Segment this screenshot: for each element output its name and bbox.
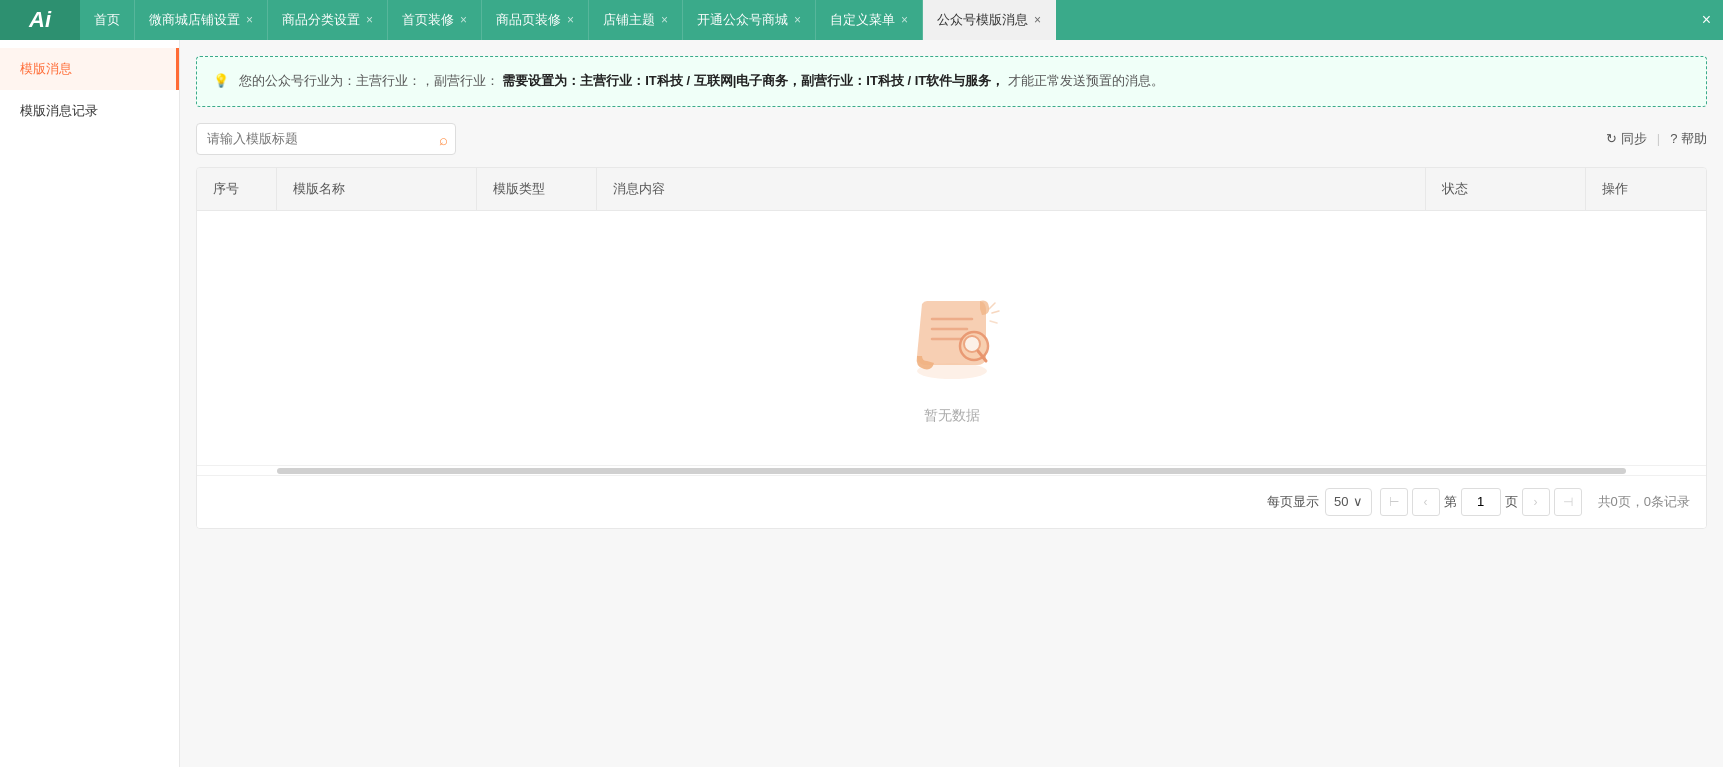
search-icon[interactable]: ⌕ (439, 130, 448, 147)
nav-tab-close-6[interactable]: × (794, 13, 801, 27)
table-col-2: 模版类型 (477, 168, 597, 210)
sync-button[interactable]: ↻ 同步 (1606, 130, 1647, 148)
nav-tab-8[interactable]: 公众号模版消息 × (923, 0, 1056, 40)
nav-tab-6[interactable]: 开通公众号商城 × (683, 0, 816, 40)
svg-line-7 (989, 303, 995, 309)
table-col-0: 序号 (197, 168, 277, 210)
notice-text-before: 您的公众号行业为：主营行业：，副营行业： (239, 73, 499, 88)
dropdown-arrow-icon: ∨ (1353, 494, 1363, 509)
table-container: 序号模版名称模版类型消息内容状态操作 (196, 167, 1707, 529)
svg-line-8 (992, 311, 999, 313)
nav-tab-close-3[interactable]: × (460, 13, 467, 27)
sidebar: 模版消息模版消息记录 (0, 40, 180, 767)
content-area: 💡 您的公众号行业为：主营行业：，副营行业： 需要设置为：主营行业：IT科技 /… (180, 40, 1723, 767)
nav-tab-3[interactable]: 首页装修 × (388, 0, 482, 40)
page-next-button[interactable]: › (1522, 488, 1550, 516)
search-bar: ⌕ ↻ 同步 | ? 帮助 (196, 123, 1707, 155)
page-size-value: 50 (1334, 494, 1348, 509)
nav-tabs: 首页微商城店铺设置×商品分类设置×首页装修×商品页装修×店铺主题×开通公众号商城… (80, 0, 1702, 40)
scrollbar-track (277, 468, 1626, 474)
nav-tab-1[interactable]: 微商城店铺设置 × (135, 0, 268, 40)
help-icon: ? (1670, 131, 1677, 146)
help-label: 帮助 (1681, 131, 1707, 146)
global-close-button[interactable]: × (1702, 11, 1711, 29)
page-number-input[interactable] (1461, 488, 1501, 516)
page-size-select: 每页显示 50 ∨ (1267, 488, 1371, 516)
toolbar-right: ↻ 同步 | ? 帮助 (1606, 130, 1707, 148)
nav-tab-close-2[interactable]: × (366, 13, 373, 27)
empty-illustration (892, 271, 1012, 391)
nav-tab-7[interactable]: 自定义菜单 × (816, 0, 923, 40)
empty-state: 暂无数据 (197, 211, 1706, 465)
nav-tab-4[interactable]: 商品页装修 × (482, 0, 589, 40)
nav-tab-label-1: 微商城店铺设置 (149, 11, 240, 29)
page-size-dropdown[interactable]: 50 ∨ (1325, 488, 1371, 516)
total-info: 共0页，0条记录 (1598, 493, 1690, 511)
search-input[interactable] (196, 123, 456, 155)
logo: Ai (0, 0, 80, 40)
nav-tab-label-6: 开通公众号商城 (697, 11, 788, 29)
notice-text-after: 才能正常发送预置的消息。 (1008, 73, 1164, 88)
help-button[interactable]: ? 帮助 (1670, 130, 1707, 148)
table-col-4: 状态 (1426, 168, 1586, 210)
notice-highlight: 需要设置为：主营行业：IT科技 / 互联网|电子商务，副营行业：IT科技 / I… (502, 73, 1004, 88)
nav-tab-5[interactable]: 店铺主题 × (589, 0, 683, 40)
toolbar-divider: | (1657, 131, 1660, 146)
page-first-button[interactable]: ⊢ (1380, 488, 1408, 516)
page-nav: ⊢ ‹ 第 页 › ⊣ (1380, 488, 1582, 516)
table-col-1: 模版名称 (277, 168, 477, 210)
notice-box: 💡 您的公众号行业为：主营行业：，副营行业： 需要设置为：主营行业：IT科技 /… (196, 56, 1707, 107)
horizontal-scrollbar[interactable] (197, 465, 1706, 475)
search-input-wrap: ⌕ (196, 123, 456, 155)
nav-tab-label-0: 首页 (94, 11, 120, 29)
nav-tab-close-8[interactable]: × (1034, 13, 1041, 27)
nav-tab-close-5[interactable]: × (661, 13, 668, 27)
sidebar-item-0[interactable]: 模版消息 (0, 48, 179, 90)
nav-tab-label-5: 店铺主题 (603, 11, 655, 29)
svg-line-9 (990, 321, 997, 323)
empty-text: 暂无数据 (924, 407, 980, 425)
notice-icon: 💡 (213, 73, 229, 88)
nav-tab-label-4: 商品页装修 (496, 11, 561, 29)
nav-tab-2[interactable]: 商品分类设置 × (268, 0, 388, 40)
nav-tab-close-7[interactable]: × (901, 13, 908, 27)
nav-tab-close-1[interactable]: × (246, 13, 253, 27)
top-nav: Ai 首页微商城店铺设置×商品分类设置×首页装修×商品页装修×店铺主题×开通公众… (0, 0, 1723, 40)
sync-label: 同步 (1621, 131, 1647, 146)
sync-icon: ↻ (1606, 131, 1617, 146)
main-layout: 模版消息模版消息记录 💡 您的公众号行业为：主营行业：，副营行业： 需要设置为：… (0, 40, 1723, 767)
page-label-before: 第 (1444, 493, 1457, 511)
page-last-button[interactable]: ⊣ (1554, 488, 1582, 516)
pagination: 每页显示 50 ∨ ⊢ ‹ 第 页 › ⊣ 共0页，0条记录 (197, 475, 1706, 528)
page-label-after: 页 (1505, 493, 1518, 511)
sidebar-item-1[interactable]: 模版消息记录 (0, 90, 179, 132)
page-size-label: 每页显示 (1267, 493, 1319, 511)
nav-tab-label-8: 公众号模版消息 (937, 11, 1028, 29)
nav-tab-label-7: 自定义菜单 (830, 11, 895, 29)
nav-tab-0[interactable]: 首页 (80, 0, 135, 40)
nav-tab-label-2: 商品分类设置 (282, 11, 360, 29)
nav-tab-label-3: 首页装修 (402, 11, 454, 29)
table-col-3: 消息内容 (597, 168, 1426, 210)
page-prev-button[interactable]: ‹ (1412, 488, 1440, 516)
table-header: 序号模版名称模版类型消息内容状态操作 (197, 168, 1706, 211)
table-col-5: 操作 (1586, 168, 1706, 210)
nav-tab-close-4[interactable]: × (567, 13, 574, 27)
